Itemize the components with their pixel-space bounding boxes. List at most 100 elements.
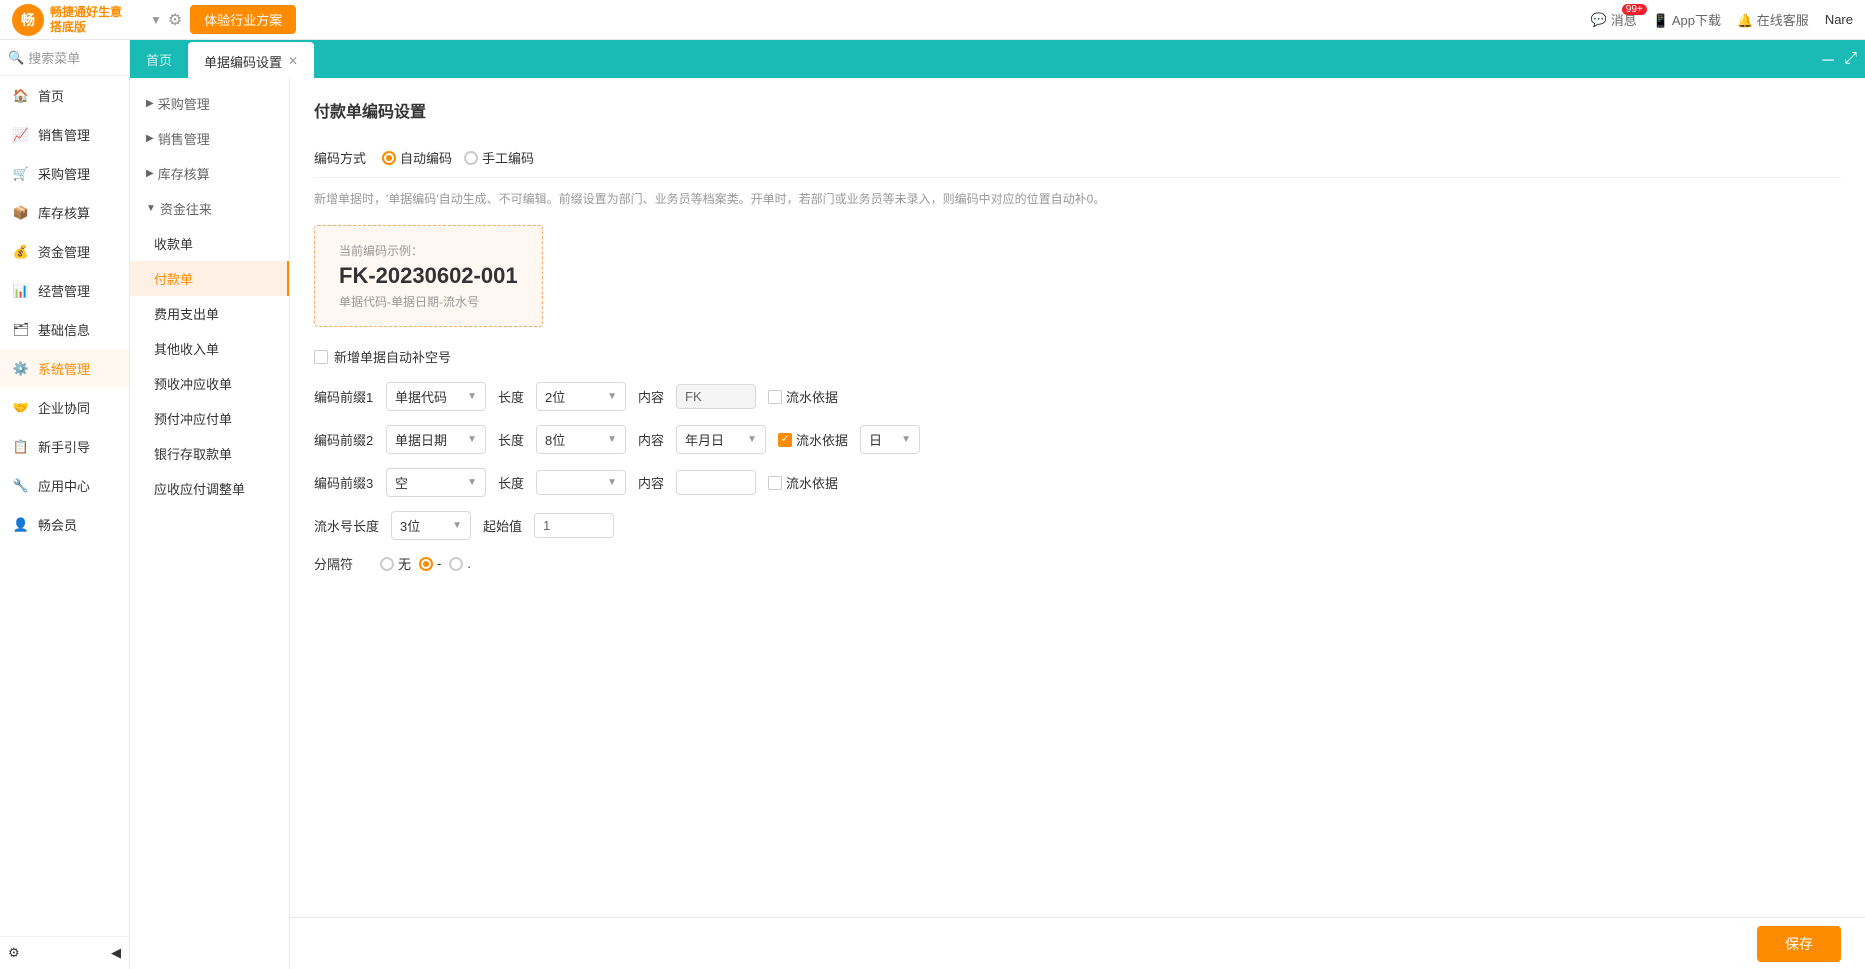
prefix2-row: 编码前缀2 单据日期 ▼ 长度 8位 ▼ 内容 年月日	[314, 425, 1841, 454]
logo: 畅 畅捷通好生意 搭底版	[12, 4, 122, 36]
chevron-down-icon: ▼	[146, 203, 156, 214]
chevron-down-icon: ▼	[452, 520, 462, 531]
collapse-icon[interactable]: ◀	[111, 945, 121, 961]
prefix2-length-select[interactable]: 8位 ▼	[536, 425, 626, 454]
sub-group-inventory: ▶ 库存核算	[130, 156, 289, 191]
nav-dropdown[interactable]: ▼	[150, 13, 162, 27]
prefix2-select[interactable]: 单据日期 ▼	[386, 425, 486, 454]
prefix1-waterflow-checkbox[interactable]	[768, 390, 782, 404]
sub-item-other-income[interactable]: 其他收入单	[130, 331, 289, 366]
prefix2-waterflow-unit-select[interactable]: 日 ▼	[860, 425, 920, 454]
prefix2-content-select[interactable]: 年月日 ▼	[676, 425, 766, 454]
tab-serial-setting[interactable]: 单据编码设置 ✕	[188, 42, 314, 80]
sub-item-prepay-receivable[interactable]: 预收冲应收单	[130, 366, 289, 401]
sub-item-prepay-payable[interactable]: 预付冲应付单	[130, 401, 289, 436]
radio-manual-code[interactable]: 手工编码	[464, 148, 534, 167]
sidebar-item-member[interactable]: 👤 畅会员	[0, 505, 129, 544]
radio-auto-code[interactable]: 自动编码	[382, 148, 452, 167]
tab-minimize-icon[interactable]: －	[1820, 47, 1836, 71]
prefix1-waterflow-check[interactable]: 流水依据	[768, 387, 838, 406]
sidebar-item-finance[interactable]: 💰 资金管理	[0, 232, 129, 271]
sep-dot-dot	[449, 557, 463, 571]
sep-dash-radio[interactable]: -	[419, 556, 441, 571]
basic-icon: 🗂	[12, 321, 30, 339]
serial-length-label: 流水号长度	[314, 516, 379, 535]
sub-group-sales-title[interactable]: ▶ 销售管理	[130, 121, 289, 156]
chevron-down-icon: ▼	[467, 477, 477, 488]
sidebar-item-newguide[interactable]: 📋 新手引导	[0, 427, 129, 466]
auto-fill-checkbox[interactable]	[314, 350, 328, 364]
sub-group-purchase-title[interactable]: ▶ 采购管理	[130, 86, 289, 121]
chevron-down-icon: ▼	[747, 434, 757, 445]
sidebar-item-operations[interactable]: 📊 经营管理	[0, 271, 129, 310]
sidebar-item-purchase[interactable]: 🛒 采购管理	[0, 154, 129, 193]
code-method-label: 编码方式	[314, 148, 366, 167]
tab-home[interactable]: 首页	[130, 40, 188, 78]
sidebar-item-system[interactable]: ⚙️ 系统管理	[0, 349, 129, 388]
prefix3-waterflow-checkbox[interactable]	[768, 476, 782, 490]
app-download-btn[interactable]: 📱 App下载	[1653, 10, 1721, 29]
settings-icon[interactable]: ⚙	[168, 10, 182, 30]
sidebar-item-basic[interactable]: 🗂 基础信息	[0, 310, 129, 349]
content-area: 首页 单据编码设置 ✕ － ⤢ ▶ 采购管理	[130, 40, 1865, 969]
sub-group-sales: ▶ 销售管理	[130, 121, 289, 156]
sidebar-item-sales[interactable]: 📈 销售管理	[0, 115, 129, 154]
chevron-right-icon: ▶	[146, 98, 154, 109]
sidebar-item-appcenter[interactable]: 🔧 应用中心	[0, 466, 129, 505]
newguide-icon: 📋	[12, 438, 30, 456]
sub-group-capital: ▼ 资金往来 收款单 付款单 费用支出单 其他收入单 预收冲应收单 预付冲应付单…	[130, 191, 289, 506]
sub-item-bank-deposit[interactable]: 银行存取款单	[130, 436, 289, 471]
sidebar-bottom: ⚙ ◀	[0, 936, 129, 969]
member-icon: 👤	[12, 516, 30, 534]
prefix1-select[interactable]: 单据代码 ▼	[386, 382, 486, 411]
sub-group-inventory-title[interactable]: ▶ 库存核算	[130, 156, 289, 191]
topbar: 畅 畅捷通好生意 搭底版 ▼ ⚙ 体验行业方案 💬 消息 99+ 📱 App下载…	[0, 0, 1865, 40]
prefix1-content-input[interactable]	[676, 384, 756, 409]
prefix3-row: 编码前缀3 空 ▼ 长度 ▼ 内容	[314, 468, 1841, 497]
settings-bottom-icon[interactable]: ⚙	[8, 945, 20, 961]
sidebar-search[interactable]: 🔍 搜索菜单	[0, 40, 129, 76]
search-icon: 🔍	[8, 50, 24, 66]
sub-item-expense[interactable]: 费用支出单	[130, 296, 289, 331]
sep-none-radio[interactable]: 无	[380, 554, 411, 573]
save-button[interactable]: 保存	[1757, 926, 1841, 962]
start-value-input[interactable]	[534, 513, 614, 538]
sub-sidebar: ▶ 采购管理 ▶ 销售管理 ▶ 库存核算	[130, 78, 290, 969]
prefix3-waterflow-check[interactable]: 流水依据	[768, 473, 838, 492]
preview-sub: 单据代码-单据日期-流水号	[339, 293, 518, 310]
message-btn[interactable]: 💬 消息 99+	[1591, 10, 1637, 29]
sidebar-item-enterprise[interactable]: 🤝 企业协同	[0, 388, 129, 427]
serial-length-select[interactable]: 3位 ▼	[391, 511, 471, 540]
sub-item-receipt[interactable]: 收款单	[130, 226, 289, 261]
sub-item-payment[interactable]: 付款单	[130, 261, 289, 296]
trial-button[interactable]: 体验行业方案	[190, 5, 296, 34]
topbar-left: 畅 畅捷通好生意 搭底版 ▼ ⚙ 体验行业方案	[12, 4, 296, 36]
prefix2-waterflow-check[interactable]: 流水依据	[778, 430, 848, 449]
prefix3-content-input[interactable]	[676, 470, 756, 495]
tab-maximize-icon[interactable]: ⤢	[1844, 50, 1857, 68]
sub-group-capital-title[interactable]: ▼ 资金往来	[130, 191, 289, 226]
page-title: 付款单编码设置	[314, 98, 1841, 122]
preview-code: FK-20230602-001	[339, 263, 518, 289]
prefix1-length-select[interactable]: 2位 ▼	[536, 382, 626, 411]
prefix3-length-select[interactable]: ▼	[536, 470, 626, 495]
sep-dot-radio[interactable]: .	[449, 556, 471, 571]
sidebar-item-home[interactable]: 🏠 首页	[0, 76, 129, 115]
tab-close-icon[interactable]: ✕	[288, 54, 298, 68]
prefix2-waterflow-checkbox[interactable]	[778, 433, 792, 447]
tab-controls: － ⤢	[1820, 47, 1865, 71]
system-icon: ⚙️	[12, 360, 30, 378]
auto-fill-row: 新增单据自动补空号	[314, 347, 1841, 366]
form-wrapper: 付款单编码设置 编码方式 自动编码 手工编码	[290, 78, 1865, 969]
sub-item-adjust[interactable]: 应收应付调整单	[130, 471, 289, 506]
sep-dash-dot	[419, 557, 433, 571]
online-service-btn[interactable]: 🔔 在线客服	[1737, 10, 1809, 29]
user-name[interactable]: Nare	[1825, 12, 1853, 27]
code-method-row: 编码方式 自动编码 手工编码	[314, 138, 1841, 178]
appcenter-icon: 🔧	[12, 477, 30, 495]
prefix1-row: 编码前缀1 单据代码 ▼ 长度 2位 ▼ 内容	[314, 382, 1841, 411]
prefix2-content-label: 内容	[638, 430, 664, 449]
sidebar-item-inventory[interactable]: 📦 库存核算	[0, 193, 129, 232]
prefix3-select[interactable]: 空 ▼	[386, 468, 486, 497]
main-layout: 🔍 搜索菜单 🏠 首页 📈 销售管理 🛒 采购管理 📦 库存核算 💰 资金管理 …	[0, 40, 1865, 969]
